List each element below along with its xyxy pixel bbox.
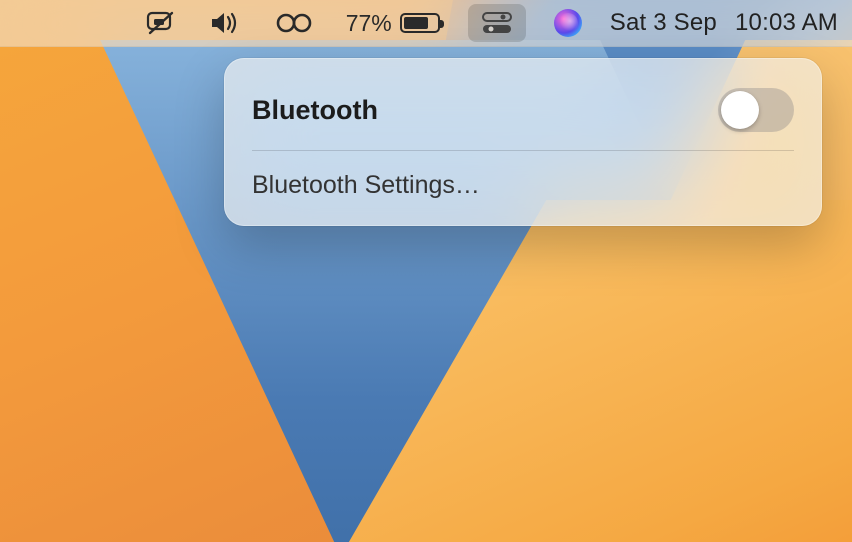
divider bbox=[252, 150, 794, 151]
volume-icon[interactable] bbox=[204, 0, 248, 46]
bluetooth-toggle[interactable] bbox=[718, 88, 794, 132]
control-center-icon[interactable] bbox=[468, 4, 526, 42]
bluetooth-title: Bluetooth bbox=[252, 95, 378, 126]
toggle-knob bbox=[721, 91, 759, 129]
battery-percent-label: 77% bbox=[346, 10, 392, 37]
date-label: Sat 3 Sep bbox=[610, 9, 717, 37]
battery-icon bbox=[400, 13, 440, 33]
screen-mirroring-icon[interactable] bbox=[140, 0, 182, 46]
menu-bar: 77% Sat 3 Sep 10:03 AM bbox=[0, 0, 852, 47]
bluetooth-settings-link[interactable]: Bluetooth Settings… bbox=[252, 161, 794, 206]
bluetooth-toggle-row: Bluetooth bbox=[252, 78, 794, 150]
date-time[interactable]: Sat 3 Sep 10:03 AM bbox=[610, 9, 838, 37]
link-icon[interactable] bbox=[270, 0, 318, 46]
battery-status[interactable]: 77% bbox=[340, 0, 446, 46]
siri-icon[interactable] bbox=[548, 0, 588, 46]
bluetooth-menu-popup: Bluetooth Bluetooth Settings… bbox=[224, 58, 822, 226]
time-label: 10:03 AM bbox=[735, 9, 838, 37]
